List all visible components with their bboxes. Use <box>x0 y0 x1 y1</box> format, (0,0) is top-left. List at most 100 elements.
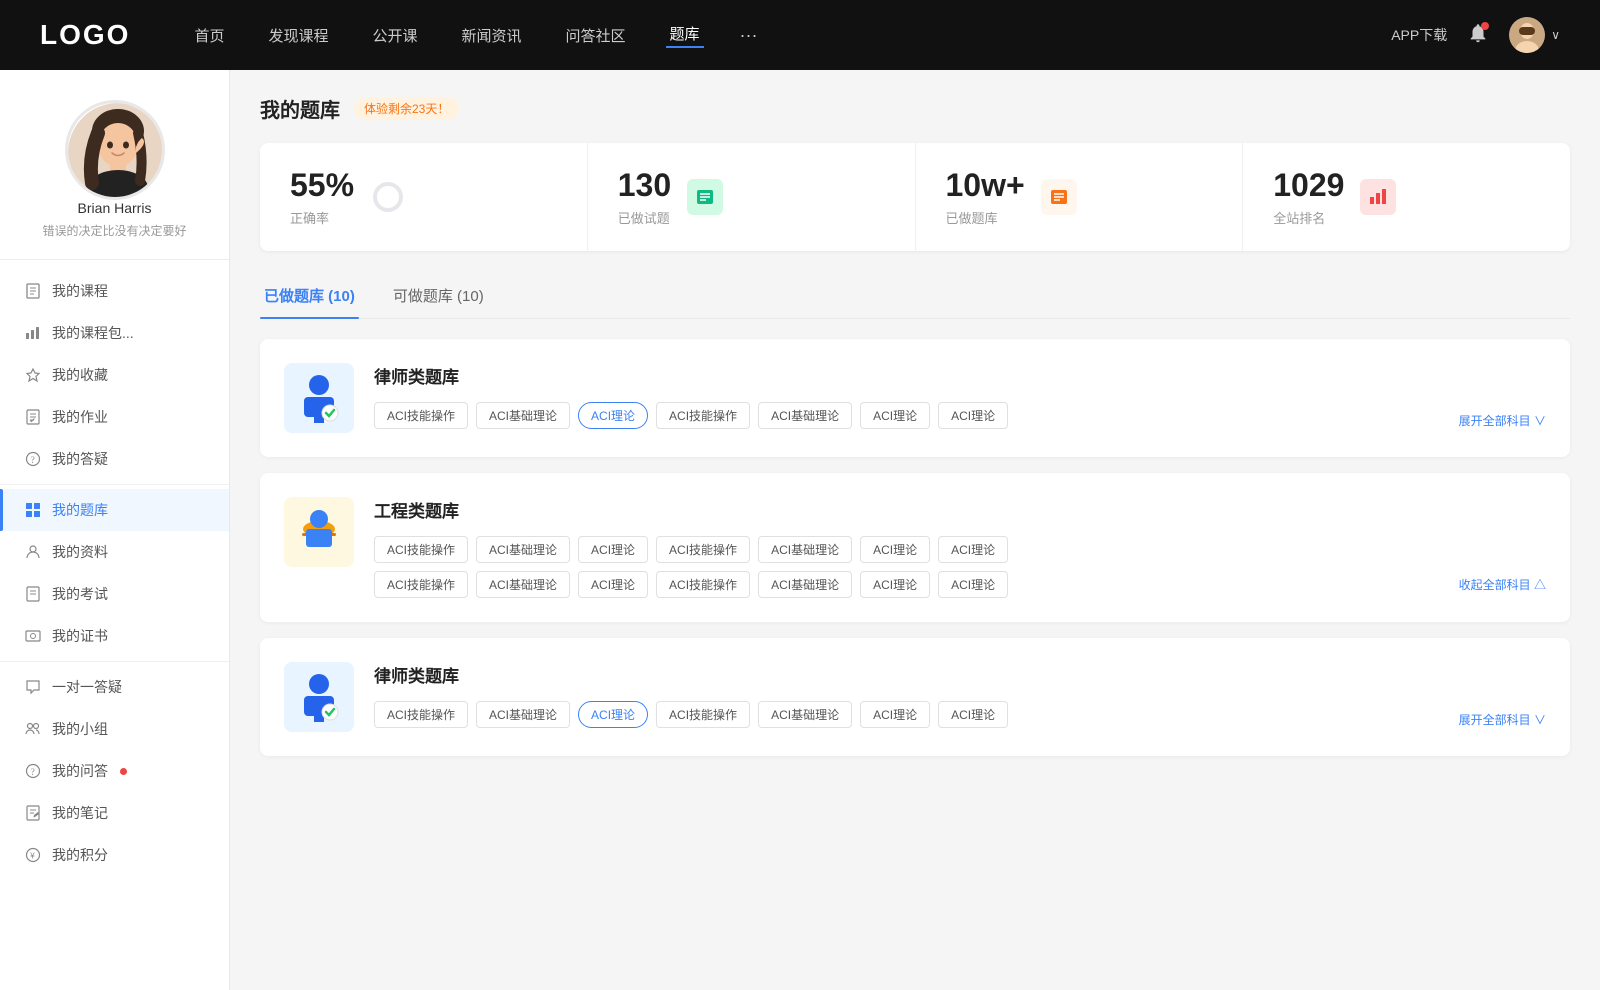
tab-done-banks[interactable]: 已做题库 (10) <box>260 275 359 318</box>
bank-name-engineer: 工程类题库 <box>374 497 1546 522</box>
page-layout: Brian Harris 错误的决定比没有决定要好 我的课程 我的课程包... <box>0 70 1600 990</box>
donut-chart-icon <box>370 179 406 215</box>
lawyer-bank-icon-2 <box>284 662 354 732</box>
sidebar-item-group[interactable]: 我的小组 <box>0 708 229 750</box>
sidebar-item-one-on-one[interactable]: 一对一答疑 <box>0 666 229 708</box>
sidebar-item-points[interactable]: ¥ 我的积分 <box>0 834 229 876</box>
nav-question-bank[interactable]: 题库 <box>666 23 704 48</box>
bank-card-lawyer-2: 律师类题库 ACI技能操作 ACI基础理论 ACI理论 ACI技能操作 ACI基… <box>260 638 1570 756</box>
nav-discover[interactable]: 发现课程 <box>264 25 332 46</box>
sidebar-item-course-package[interactable]: 我的课程包... <box>0 312 229 354</box>
sidebar-item-favorites[interactable]: 我的收藏 <box>0 354 229 396</box>
profile-name: Brian Harris <box>78 200 152 216</box>
note-icon <box>24 804 42 822</box>
qa-icon: ? <box>24 762 42 780</box>
bank-tag[interactable]: ACI理论 <box>938 536 1008 563</box>
sidebar-label-homework: 我的作业 <box>52 407 108 427</box>
sidebar-item-exam[interactable]: 我的考试 <box>0 573 229 615</box>
sidebar-item-notes[interactable]: 我的笔记 <box>0 792 229 834</box>
bank-tag[interactable]: ACI基础理论 <box>476 402 570 429</box>
bank-tag-selected[interactable]: ACI理论 <box>578 701 648 728</box>
trial-badge: 体验剩余23天！ <box>354 97 459 120</box>
nav-qa[interactable]: 问答社区 <box>562 25 630 46</box>
sidebar-label-exam: 我的考试 <box>52 584 108 604</box>
sidebar-item-profile[interactable]: 我的资料 <box>0 531 229 573</box>
bank-tag[interactable]: ACI技能操作 <box>656 402 750 429</box>
bank-tag[interactable]: ACI基础理论 <box>476 571 570 598</box>
svg-text:¥: ¥ <box>29 852 35 861</box>
bank-tag[interactable]: ACI技能操作 <box>656 536 750 563</box>
sidebar-label-notes: 我的笔记 <box>52 803 108 823</box>
bank-tag[interactable]: ACI技能操作 <box>374 571 468 598</box>
sidebar-label-profile: 我的资料 <box>52 542 108 562</box>
bank-tag[interactable]: ACI理论 <box>860 402 930 429</box>
bank-tag[interactable]: ACI理论 <box>578 536 648 563</box>
nav-news[interactable]: 新闻资讯 <box>458 25 526 46</box>
doc-icon <box>24 408 42 426</box>
bank-tag[interactable]: ACI理论 <box>938 571 1008 598</box>
sidebar-item-my-questions[interactable]: ? 我的问答 <box>0 750 229 792</box>
bank-tag[interactable]: ACI理论 <box>938 402 1008 429</box>
logo: LOGO <box>40 19 130 51</box>
sidebar-label-favorites: 我的收藏 <box>52 365 108 385</box>
sidebar-label-group: 我的小组 <box>52 719 108 739</box>
bank-tag[interactable]: ACI理论 <box>860 571 930 598</box>
sidebar-label-one-on-one: 一对一答疑 <box>52 677 122 697</box>
bank-tag[interactable]: ACI技能操作 <box>656 701 750 728</box>
sidebar-label-my-courses: 我的课程 <box>52 281 108 301</box>
user-icon <box>24 543 42 561</box>
sidebar-label-my-questions: 我的问答 <box>52 761 108 781</box>
bank-tag-selected[interactable]: ACI理论 <box>578 402 648 429</box>
bank-tag[interactable]: ACI技能操作 <box>374 536 468 563</box>
unread-dot <box>120 768 127 775</box>
bank-tag[interactable]: ACI技能操作 <box>374 701 468 728</box>
chart-icon <box>24 324 42 342</box>
bank-tag[interactable]: ACI基础理论 <box>476 701 570 728</box>
notification-bell[interactable] <box>1467 22 1489 49</box>
bank-tag[interactable]: ACI理论 <box>860 536 930 563</box>
notification-dot <box>1481 22 1489 30</box>
chat-icon <box>24 678 42 696</box>
list-orange-icon <box>1041 179 1077 215</box>
collapse-link[interactable]: 收起全部科目 △ <box>1459 576 1546 593</box>
bank-card-lawyer-1: 律师类题库 ACI技能操作 ACI基础理论 ACI理论 ACI技能操作 ACI基… <box>260 339 1570 457</box>
bank-tag[interactable]: ACI理论 <box>938 701 1008 728</box>
bank-tag[interactable]: ACI理论 <box>860 701 930 728</box>
nav-open-course[interactable]: 公开课 <box>368 25 421 46</box>
sidebar-item-my-courses[interactable]: 我的课程 <box>0 270 229 312</box>
bank-card-engineer: 工程类题库 ACI技能操作 ACI基础理论 ACI理论 ACI技能操作 ACI基… <box>260 473 1570 622</box>
bank-tag[interactable]: ACI基础理论 <box>758 402 852 429</box>
bank-tag[interactable]: ACI技能操作 <box>656 571 750 598</box>
stat-accuracy: 55% 正确率 <box>260 143 588 251</box>
tab-available-banks[interactable]: 可做题库 (10) <box>389 275 488 318</box>
sidebar-label-course-package: 我的课程包... <box>52 323 134 343</box>
bank-tag[interactable]: ACI技能操作 <box>374 402 468 429</box>
app-download[interactable]: APP下载 <box>1391 25 1447 45</box>
avatar <box>1509 17 1545 53</box>
sidebar-item-certificate[interactable]: 我的证书 <box>0 615 229 657</box>
bank-tag[interactable]: ACI基础理论 <box>758 571 852 598</box>
sidebar-label-question-bank: 我的题库 <box>52 500 108 520</box>
sidebar-item-homework[interactable]: 我的作业 <box>0 396 229 438</box>
sidebar-label-points: 我的积分 <box>52 845 108 865</box>
expand-link-1[interactable]: 展开全部科目 ∨ <box>1459 412 1546 429</box>
bank-tag[interactable]: ACI理论 <box>578 571 648 598</box>
expand-link-3[interactable]: 展开全部科目 ∨ <box>1459 711 1546 728</box>
sidebar-item-qa[interactable]: ? 我的答疑 <box>0 438 229 480</box>
sidebar-label-certificate: 我的证书 <box>52 626 108 646</box>
stats-bar: 55% 正确率 130 已做试题 <box>260 143 1570 251</box>
nav-home[interactable]: 首页 <box>190 25 228 46</box>
grid-icon <box>24 501 42 519</box>
user-avatar-menu[interactable]: ∨ <box>1509 17 1560 53</box>
bank-name-lawyer-1: 律师类题库 <box>374 363 1546 388</box>
question-icon: ? <box>24 450 42 468</box>
page-title: 我的题库 <box>260 94 340 123</box>
bank-tag[interactable]: ACI基础理论 <box>476 536 570 563</box>
sidebar-item-question-bank[interactable]: 我的题库 <box>0 489 229 531</box>
nav-more[interactable]: ··· <box>740 25 758 46</box>
page-header: 我的题库 体验剩余23天！ <box>260 94 1570 123</box>
bank-tag[interactable]: ACI基础理论 <box>758 701 852 728</box>
stat-ranking: 1029 全站排名 <box>1243 143 1570 251</box>
main-content: 我的题库 体验剩余23天！ 55% 正确率 <box>230 70 1600 990</box>
bank-tag[interactable]: ACI基础理论 <box>758 536 852 563</box>
